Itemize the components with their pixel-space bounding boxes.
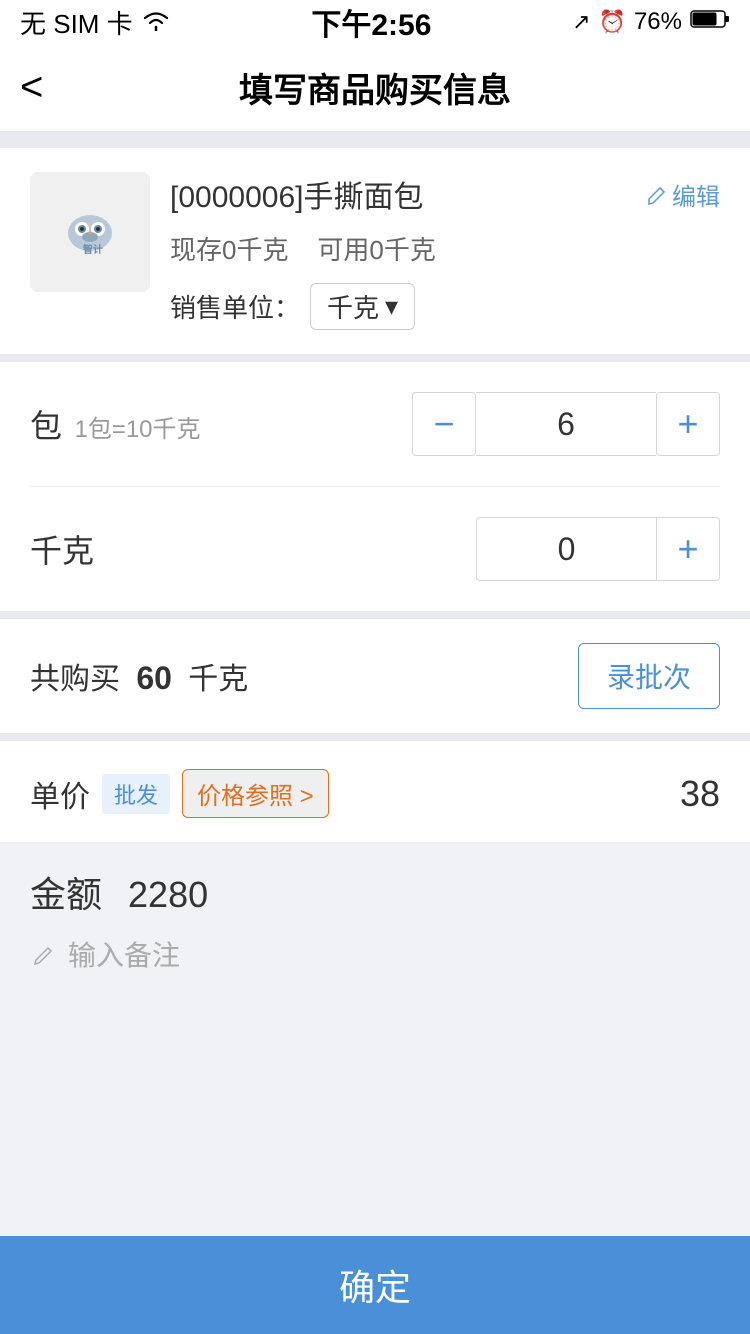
- total-row: 共购买 60 千克 录批次: [0, 619, 750, 733]
- battery-label: 76%: [634, 8, 682, 36]
- kg-stepper: +: [476, 517, 720, 581]
- kg-input-row: 千克 +: [30, 487, 720, 611]
- pack-plus-button[interactable]: +: [656, 392, 720, 456]
- total-text: 共购买 60 千克: [30, 654, 248, 698]
- price-label-group: 单价 批发 价格参照 >: [30, 769, 329, 818]
- back-button[interactable]: <: [20, 65, 43, 110]
- batch-button[interactable]: 录批次: [578, 643, 720, 709]
- amount-row: 金额 2280: [30, 866, 720, 918]
- price-ref-button[interactable]: 价格参照 >: [182, 769, 329, 818]
- location-icon: ↗: [572, 9, 590, 35]
- svg-text:智计: 智计: [83, 243, 103, 256]
- pack-label-group: 包 1包=10千克: [30, 401, 201, 447]
- price-value: 38: [680, 773, 720, 815]
- note-row[interactable]: 输入备注: [30, 934, 720, 974]
- pack-input[interactable]: [476, 392, 656, 456]
- note-label: 输入备注: [68, 934, 180, 974]
- alarm-icon: ⏰: [599, 9, 626, 35]
- pack-input-row: 包 1包=10千克 − +: [30, 362, 720, 487]
- chevron-down-icon: ▾: [385, 291, 398, 322]
- price-section: 单价 批发 价格参照 > 38: [0, 741, 750, 842]
- edit-button[interactable]: 编辑: [646, 177, 720, 212]
- product-image: 智计: [30, 172, 150, 292]
- total-amount: 60: [136, 660, 172, 696]
- wifi-icon: [141, 7, 171, 38]
- kg-plus-button[interactable]: +: [656, 517, 720, 581]
- amount-value: 2280: [128, 874, 208, 915]
- kg-label-group: 千克: [30, 526, 94, 572]
- status-left: 无 SIM 卡: [20, 4, 171, 41]
- unit-dropdown[interactable]: 千克 ▾: [310, 283, 415, 330]
- pack-stepper: − +: [412, 392, 720, 456]
- product-name-row: [0000006]手撕面包 编辑: [170, 172, 720, 216]
- product-stock: 现存0千克 可用0千克: [170, 230, 720, 267]
- kg-input[interactable]: [476, 517, 656, 581]
- pack-sublabel: 1包=10千克: [74, 416, 200, 443]
- price-row: 单价 批发 价格参照 > 38: [30, 769, 720, 842]
- price-badge: 批发: [102, 774, 170, 814]
- amount-section: 金额 2280 输入备注: [0, 842, 750, 990]
- pencil-icon: [30, 940, 58, 968]
- pack-label: 包: [30, 408, 62, 444]
- nav-bar: < 填写商品购买信息: [0, 44, 750, 132]
- page-title: 填写商品购买信息: [239, 63, 511, 112]
- main-content: [0, 990, 750, 1236]
- product-info: [0000006]手撕面包 编辑 现存0千克 可用0千克 销售单位： 千克 ▾: [170, 172, 720, 330]
- product-unit-row: 销售单位： 千克 ▾: [170, 283, 720, 330]
- divider-top: [0, 132, 750, 148]
- edit-label: 编辑: [672, 177, 720, 212]
- carrier-label: 无 SIM 卡: [20, 4, 133, 41]
- price-label: 单价: [30, 772, 90, 816]
- pack-minus-button[interactable]: −: [412, 392, 476, 456]
- kg-label: 千克: [30, 533, 94, 569]
- status-right: ↗ ⏰ 76%: [572, 8, 730, 37]
- product-card: 智计 [0000006]手撕面包 编辑 现存0千克 可用0千克 销售单位： 千克…: [0, 148, 750, 354]
- status-time: 下午2:56: [311, 0, 431, 44]
- divider-2: [0, 611, 750, 619]
- status-bar: 无 SIM 卡 下午2:56 ↗ ⏰ 76%: [0, 0, 750, 44]
- divider-3: [0, 733, 750, 741]
- confirm-button[interactable]: 确定: [0, 1236, 750, 1334]
- divider-1: [0, 354, 750, 362]
- product-name: [0000006]手撕面包: [170, 172, 423, 216]
- pack-section: 包 1包=10千克 − + 千克 +: [0, 362, 750, 611]
- battery-icon: [690, 8, 730, 37]
